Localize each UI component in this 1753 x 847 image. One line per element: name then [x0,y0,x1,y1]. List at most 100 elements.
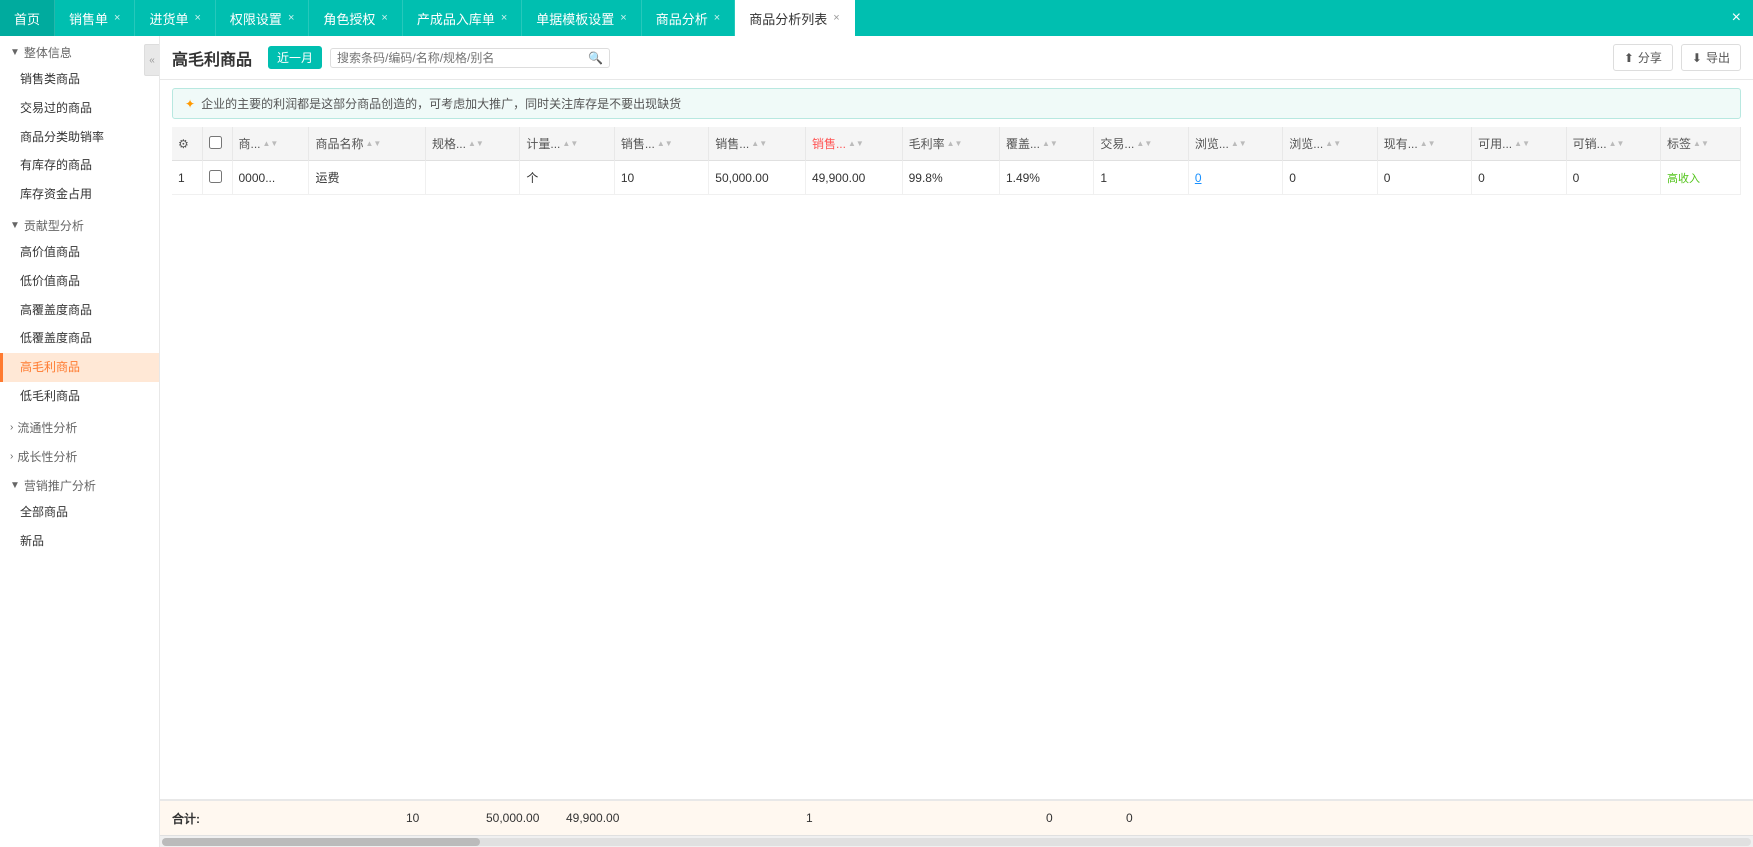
col-unit-header[interactable]: 计量... ▲▼ [520,127,614,161]
cell-code: 0000... [232,161,309,195]
col-tag-header[interactable]: 标签 ▲▼ [1661,127,1741,161]
sidebar-item-category-assist-rate[interactable]: 商品分类助销率 [0,123,159,152]
sidebar-item-low-coverage[interactable]: 低覆盖度商品 [0,324,159,353]
col-sales-cost-header[interactable]: 销售... ▲▼ [805,127,902,161]
cell-spec [425,161,519,195]
search-icon[interactable]: 🔍 [588,51,603,65]
col-checkbox[interactable] [202,127,232,161]
nav-purchase-order[interactable]: 进货单 × [135,0,215,36]
close-all-tabs-button[interactable]: × [1720,9,1753,27]
col-settings[interactable]: ⚙ [172,127,202,161]
section-arrow-overall: ▼ [10,47,20,58]
sort-icon-tag: ▲▼ [1693,140,1709,148]
product-table: ⚙ 商... ▲▼ 商品名称 [172,127,1741,195]
section-arrow-contribution: ▼ [10,220,20,231]
cell-browse1[interactable]: 0 [1188,161,1282,195]
sidebar-item-in-stock-goods[interactable]: 有库存的商品 [0,151,159,180]
sidebar-item-high-margin[interactable]: 高毛利商品 [0,353,159,382]
close-product-analysis-tab[interactable]: × [714,12,720,24]
sort-icon-gross-margin: ▲▼ [947,140,963,148]
settings-icon[interactable]: ⚙ [178,137,189,151]
nav-product-analysis-list[interactable]: 商品分析列表 × [735,0,854,36]
sort-icon-unit: ▲▼ [562,140,578,148]
col-browse1-header[interactable]: 浏览... ▲▼ [1188,127,1282,161]
footer-sales-cost: 49,900.00 [560,811,640,825]
export-icon: ⬇ [1692,51,1702,65]
cell-available: 0 [1472,161,1566,195]
close-product-inbound-tab[interactable]: × [501,12,507,24]
table-header-row: ⚙ 商... ▲▼ 商品名称 [172,127,1741,161]
sidebar-item-traded-goods[interactable]: 交易过的商品 [0,94,159,123]
nav-product-inbound[interactable]: 产成品入库单 × [403,0,522,36]
sidebar-section-overall[interactable]: ▼ 整体信息 [0,36,159,65]
nav-product-analysis[interactable]: 商品分析 × [642,0,735,36]
nav-role-auth[interactable]: 角色授权 × [309,0,402,36]
sort-icon-available: ▲▼ [1514,140,1530,148]
cell-sales-amount: 50,000.00 [709,161,806,195]
close-role-auth-tab[interactable]: × [381,12,387,24]
sidebar-item-high-value[interactable]: 高价值商品 [0,238,159,267]
close-purchase-order-tab[interactable]: × [194,12,200,24]
cell-sales-cost: 49,900.00 [805,161,902,195]
col-sales-qty-header[interactable]: 销售... ▲▼ [614,127,708,161]
col-sales-amount-header[interactable]: 销售... ▲▼ [709,127,806,161]
col-available-header[interactable]: 可用... ▲▼ [1472,127,1566,161]
footer-gross-margin [640,811,720,825]
sidebar-item-low-margin[interactable]: 低毛利商品 [0,382,159,411]
sidebar-item-all-goods[interactable]: 全部商品 [0,498,159,527]
col-coverage-header[interactable]: 覆盖... ▲▼ [999,127,1093,161]
info-icon: ✦ [185,97,195,111]
col-transaction-header[interactable]: 交易... ▲▼ [1094,127,1188,161]
select-all-checkbox[interactable] [209,136,222,149]
footer-label: 合计: [172,810,200,827]
scrollbar-track [162,838,1751,846]
sidebar-item-stock-capital[interactable]: 库存资金占用 [0,180,159,209]
export-button[interactable]: ⬇ 导出 [1681,44,1741,71]
nav-permission-settings[interactable]: 权限设置 × [216,0,309,36]
sidebar-section-contribution[interactable]: ▼ 贡献型分析 [0,209,159,238]
sort-icon-sales-cost: ▲▼ [848,140,864,148]
sort-icon-coverage: ▲▼ [1042,140,1058,148]
nav-sales-order[interactable]: 销售单 × [55,0,135,36]
sort-icon-current-stock: ▲▼ [1420,140,1436,148]
sidebar-section-liquidity[interactable]: › 流通性分析 [0,411,159,440]
sidebar-collapse-button[interactable]: « [144,44,160,76]
col-gross-margin-header[interactable]: 毛利率 ▲▼ [902,127,999,161]
horizontal-scrollbar[interactable] [160,835,1753,847]
sort-icon-code: ▲▼ [263,140,279,148]
footer-browse2 [960,811,1040,825]
sort-icon-transaction: ▲▼ [1136,140,1152,148]
sidebar-item-high-coverage[interactable]: 高覆盖度商品 [0,296,159,325]
sidebar-item-new-goods[interactable]: 新品 [0,527,159,556]
content-header: 高毛利商品 近一月 🔍 ⬆ 分享 ⬇ 导出 [160,36,1753,80]
sidebar-item-sales-goods[interactable]: 销售类商品 [0,65,159,94]
header-actions: ⬆ 分享 ⬇ 导出 [1613,44,1741,71]
sidebar-section-growth[interactable]: › 成长性分析 [0,440,159,469]
section-arrow-liquidity: › [10,422,13,433]
close-permission-settings-tab[interactable]: × [288,12,294,24]
col-spec-header[interactable]: 规格... ▲▼ [425,127,519,161]
close-template-settings-tab[interactable]: × [620,12,626,24]
footer-current-stock: 0 [1040,811,1120,825]
nav-template-settings[interactable]: 单据模板设置 × [522,0,641,36]
nav-home[interactable]: 首页 [0,0,55,36]
col-current-stock-header[interactable]: 现有... ▲▼ [1377,127,1471,161]
cell-tag: 高收入 [1661,161,1741,195]
table-wrapper: ⚙ 商... ▲▼ 商品名称 [160,127,1753,799]
scrollbar-thumb[interactable] [162,838,480,846]
col-code-header[interactable]: 商... ▲▼ [232,127,309,161]
section-arrow-marketing: ▼ [10,480,20,491]
sidebar-section-marketing[interactable]: ▼ 营销推广分析 [0,469,159,498]
col-name-header[interactable]: 商品名称 ▲▼ [309,127,425,161]
sidebar-item-low-value[interactable]: 低价值商品 [0,267,159,296]
col-browse2-header[interactable]: 浏览... ▲▼ [1283,127,1377,161]
col-saleable-header[interactable]: 可销... ▲▼ [1566,127,1660,161]
browse1-link[interactable]: 0 [1195,171,1202,185]
share-button[interactable]: ⬆ 分享 [1613,44,1673,71]
time-filter-last-month[interactable]: 近一月 [268,46,322,69]
close-sales-order-tab[interactable]: × [114,12,120,24]
row-checkbox[interactable] [209,170,222,183]
close-product-analysis-list-tab[interactable]: × [833,12,839,24]
cell-checkbox[interactable] [202,161,232,195]
search-input[interactable] [337,51,588,65]
